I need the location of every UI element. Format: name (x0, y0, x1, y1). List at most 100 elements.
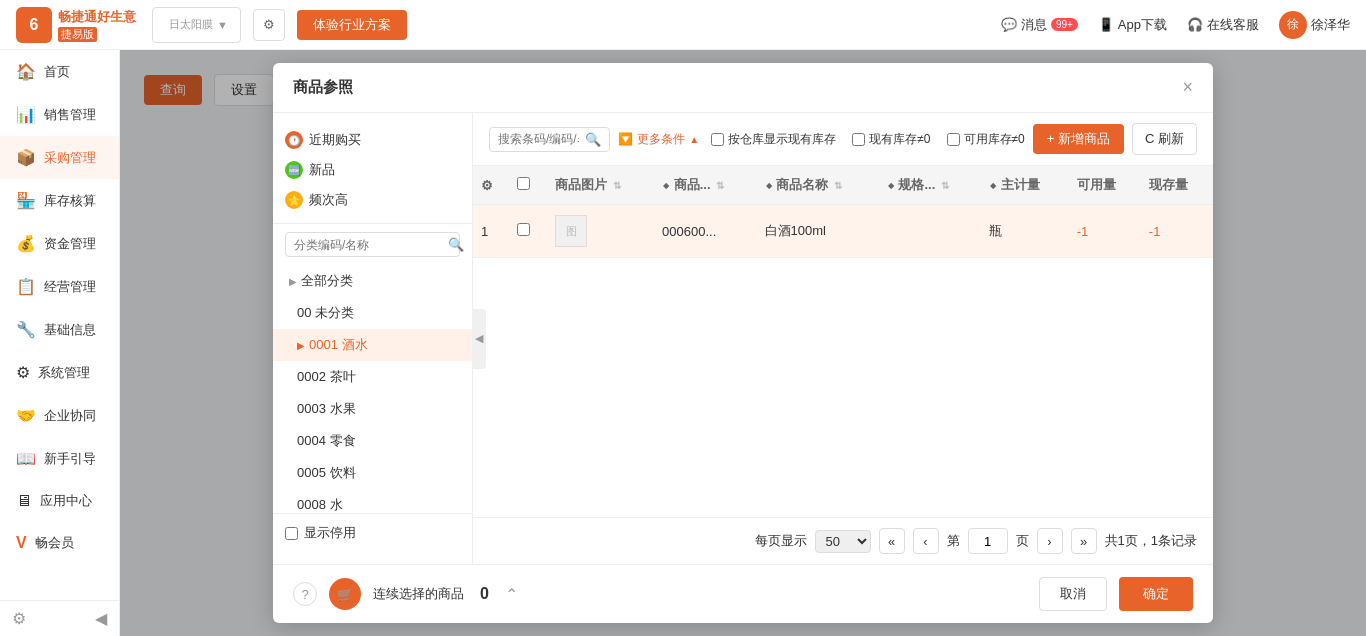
category-0001[interactable]: ▶ 0001 酒水 (273, 329, 472, 361)
product-search-box[interactable]: 🔍 (489, 127, 610, 152)
sidebar-item-apps[interactable]: 🖥 应用中心 (0, 480, 119, 522)
sidebar-item-purchase[interactable]: 📦 采购管理 (0, 136, 119, 179)
modal-right-panel: 🔍 🔽 更多条件 ▲ 按仓库显示现有库存 (473, 113, 1213, 564)
vip-icon: V (16, 534, 27, 552)
help-icon[interactable]: ? (293, 582, 317, 606)
page-prev-btn[interactable]: ‹ (913, 528, 939, 554)
category-list: ▶ 全部分类 00 未分类 ▶ 0001 酒水 0002 茶 (273, 265, 472, 513)
page-input[interactable] (968, 528, 1008, 554)
category-0005[interactable]: 0005 饮料 (273, 457, 472, 489)
recent-purchase-icon: 🕐 (285, 131, 303, 149)
product-search-input[interactable] (498, 132, 579, 146)
refresh-product-btn[interactable]: C 刷新 (1132, 123, 1197, 155)
confirm-btn[interactable]: 确定 (1119, 577, 1193, 611)
row-stock: -1 (1141, 205, 1213, 258)
table-row[interactable]: 1 图 000600... 白酒100ml 瓶 (473, 205, 1213, 258)
sidebar-item-business[interactable]: 📋 经营管理 (0, 265, 119, 308)
sidebar-item-home[interactable]: 🏠 首页 (0, 50, 119, 93)
sidebar-expand-icon[interactable]: ◀ (95, 609, 107, 628)
category-00[interactable]: 00 未分类 (273, 297, 472, 329)
th-stock[interactable]: 现存量 (1141, 166, 1213, 205)
main-layout: 🏠 首页 📊 销售管理 📦 采购管理 🏪 库存核算 💰 资金管理 📋 经营管理 … (0, 50, 1366, 636)
footer-left: ? 🛒 连续选择的商品 0 ⌃ (293, 578, 518, 610)
selected-label: 连续选择的商品 (373, 585, 464, 603)
modal-toolbar: 🔍 🔽 更多条件 ▲ 按仓库显示现有库存 (473, 113, 1213, 166)
content-area: 查询 设置 刷新 商品参照 × 🕐 近期购买 (120, 50, 1366, 636)
modal-close-btn[interactable]: × (1182, 77, 1193, 98)
th-gear[interactable]: ⚙ (473, 166, 509, 205)
collapse-footer-btn[interactable]: ⌃ (505, 585, 518, 604)
modal-header: 商品参照 × (273, 63, 1213, 113)
th-unit[interactable]: ⬥ 主计量 (981, 166, 1068, 205)
th-spec[interactable]: ⬥ 规格... ⇅ (879, 166, 981, 205)
sidebar: 🏠 首页 📊 销售管理 📦 采购管理 🏪 库存核算 💰 资金管理 📋 经营管理 … (0, 50, 120, 636)
category-0004[interactable]: 0004 零食 (273, 425, 472, 457)
page-next-btn[interactable]: › (1037, 528, 1063, 554)
nav-message[interactable]: 💬 消息 99+ (1001, 16, 1078, 34)
sidebar-item-sales[interactable]: 📊 销售管理 (0, 93, 119, 136)
page-first-btn[interactable]: « (879, 528, 905, 554)
filter-btn[interactable]: 🔽 更多条件 ▲ (618, 131, 699, 148)
avatar: 徐 (1279, 11, 1307, 39)
sidebar-item-finance[interactable]: 💰 资金管理 (0, 222, 119, 265)
new-product-item[interactable]: 🆕 新品 (273, 155, 472, 185)
cancel-btn[interactable]: 取消 (1039, 577, 1107, 611)
category-all[interactable]: ▶ 全部分类 (273, 265, 472, 297)
row-num: 1 (473, 205, 509, 258)
nav-user[interactable]: 徐 徐泽华 (1279, 11, 1350, 39)
show-disabled-input[interactable] (285, 527, 298, 540)
category-0002[interactable]: 0002 茶叶 (273, 361, 472, 393)
divider (273, 223, 472, 224)
nav-dropdown[interactable]: 日太阳膜 ▼ (152, 7, 241, 43)
sidebar-item-cooperation[interactable]: 🤝 企业协同 (0, 394, 119, 437)
collapse-left-btn[interactable]: ◀ (472, 309, 486, 369)
apps-icon: 🖥 (16, 492, 32, 510)
trial-btn[interactable]: 体验行业方案 (297, 10, 407, 40)
page-size-select[interactable]: 50 20 100 (815, 530, 871, 553)
sidebar-item-system[interactable]: ⚙ 系统管理 (0, 351, 119, 394)
sidebar-item-basic[interactable]: 🔧 基础信息 (0, 308, 119, 351)
checkbox-warehouse[interactable]: 按仓库显示现有库存 (711, 131, 836, 148)
th-available[interactable]: 可用量 (1069, 166, 1141, 205)
sidebar-item-inventory[interactable]: 🏪 库存核算 (0, 179, 119, 222)
show-disabled-checkbox[interactable]: 显示停用 (285, 524, 460, 542)
category-0008[interactable]: 0008 水 (273, 489, 472, 513)
checkbox-available-input[interactable] (947, 133, 960, 146)
sidebar-gear-icon[interactable]: ⚙ (12, 609, 26, 628)
add-product-btn[interactable]: + 新增商品 (1033, 124, 1124, 154)
product-search-icon[interactable]: 🔍 (585, 132, 601, 147)
nav-gear-btn[interactable]: ⚙ (253, 9, 285, 41)
recent-purchase-item[interactable]: 🕐 近期购买 (273, 125, 472, 155)
row-code: 000600... (654, 205, 756, 258)
checkbox-stock-ne0[interactable]: 现有库存≠0 (852, 131, 930, 148)
checkbox-stock-input[interactable] (852, 133, 865, 146)
sales-icon: 📊 (16, 105, 36, 124)
category-search-input[interactable] (294, 238, 444, 252)
th-checkbox[interactable] (509, 166, 547, 205)
top-nav: 6 畅捷通好生意 捷易版 日太阳膜 ▼ ⚙ 体验行业方案 💬 消息 99+ 📱 … (0, 0, 1366, 50)
sidebar-item-vip[interactable]: V 畅会员 (0, 522, 119, 564)
sidebar-item-guide[interactable]: 📖 新手引导 (0, 437, 119, 480)
category-search-icon[interactable]: 🔍 (448, 237, 464, 252)
modal-left-panel: 🕐 近期购买 🆕 新品 ⭐ 频次高 (273, 113, 473, 564)
selected-count: 0 (480, 585, 489, 603)
row-unit: 瓶 (981, 205, 1068, 258)
modal: 商品参照 × 🕐 近期购买 🆕 新品 (273, 63, 1213, 623)
th-code[interactable]: ⬥ 商品... ⇅ (654, 166, 756, 205)
th-name[interactable]: ⬥ 商品名称 ⇅ (757, 166, 879, 205)
nav-service[interactable]: 🎧 在线客服 (1187, 16, 1259, 34)
basic-icon: 🔧 (16, 320, 36, 339)
checkbox-warehouse-input[interactable] (711, 133, 724, 146)
select-all-checkbox[interactable] (517, 177, 530, 190)
row-checkbox[interactable] (509, 205, 547, 258)
nav-app-download[interactable]: 📱 App下载 (1098, 16, 1167, 34)
category-0003[interactable]: 0003 水果 (273, 393, 472, 425)
checkbox-available-ne0[interactable]: 可用库存≠0 (947, 131, 1025, 148)
row-select-checkbox[interactable] (517, 223, 530, 236)
page-last-btn[interactable]: » (1071, 528, 1097, 554)
cart-btn[interactable]: 🛒 (329, 578, 361, 610)
category-search-box[interactable]: 🔍 (285, 232, 460, 257)
frequent-item[interactable]: ⭐ 频次高 (273, 185, 472, 215)
logo-text: 畅捷通好生意 捷易版 (58, 8, 136, 42)
total-label: 共1页，1条记录 (1105, 532, 1197, 550)
